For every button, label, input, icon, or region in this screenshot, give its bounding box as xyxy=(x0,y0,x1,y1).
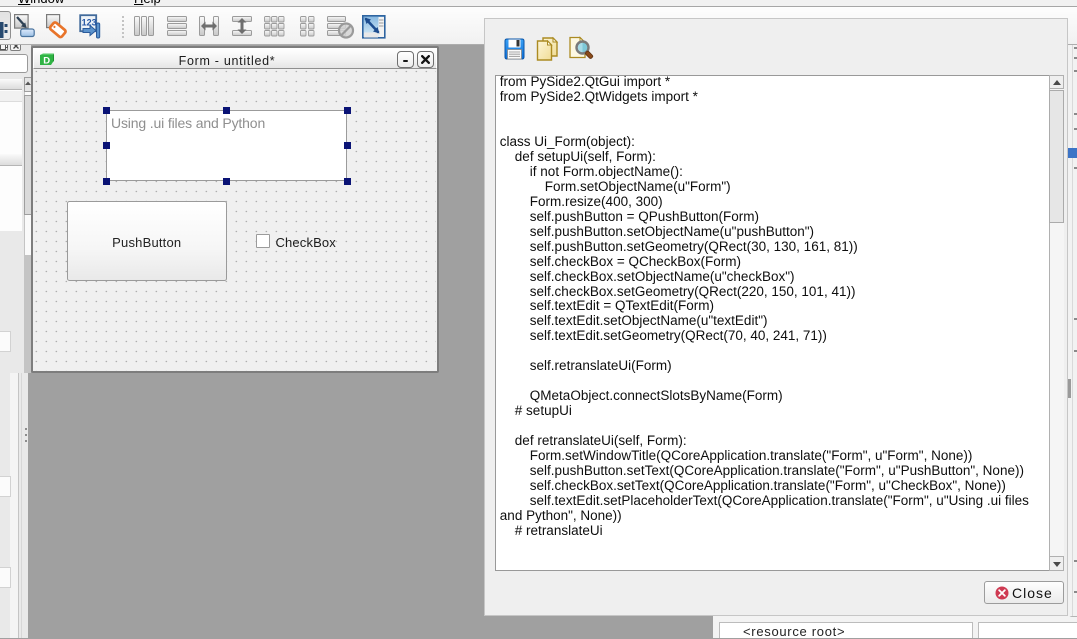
svg-text:D: D xyxy=(43,56,50,67)
svg-text:123: 123 xyxy=(82,18,97,28)
